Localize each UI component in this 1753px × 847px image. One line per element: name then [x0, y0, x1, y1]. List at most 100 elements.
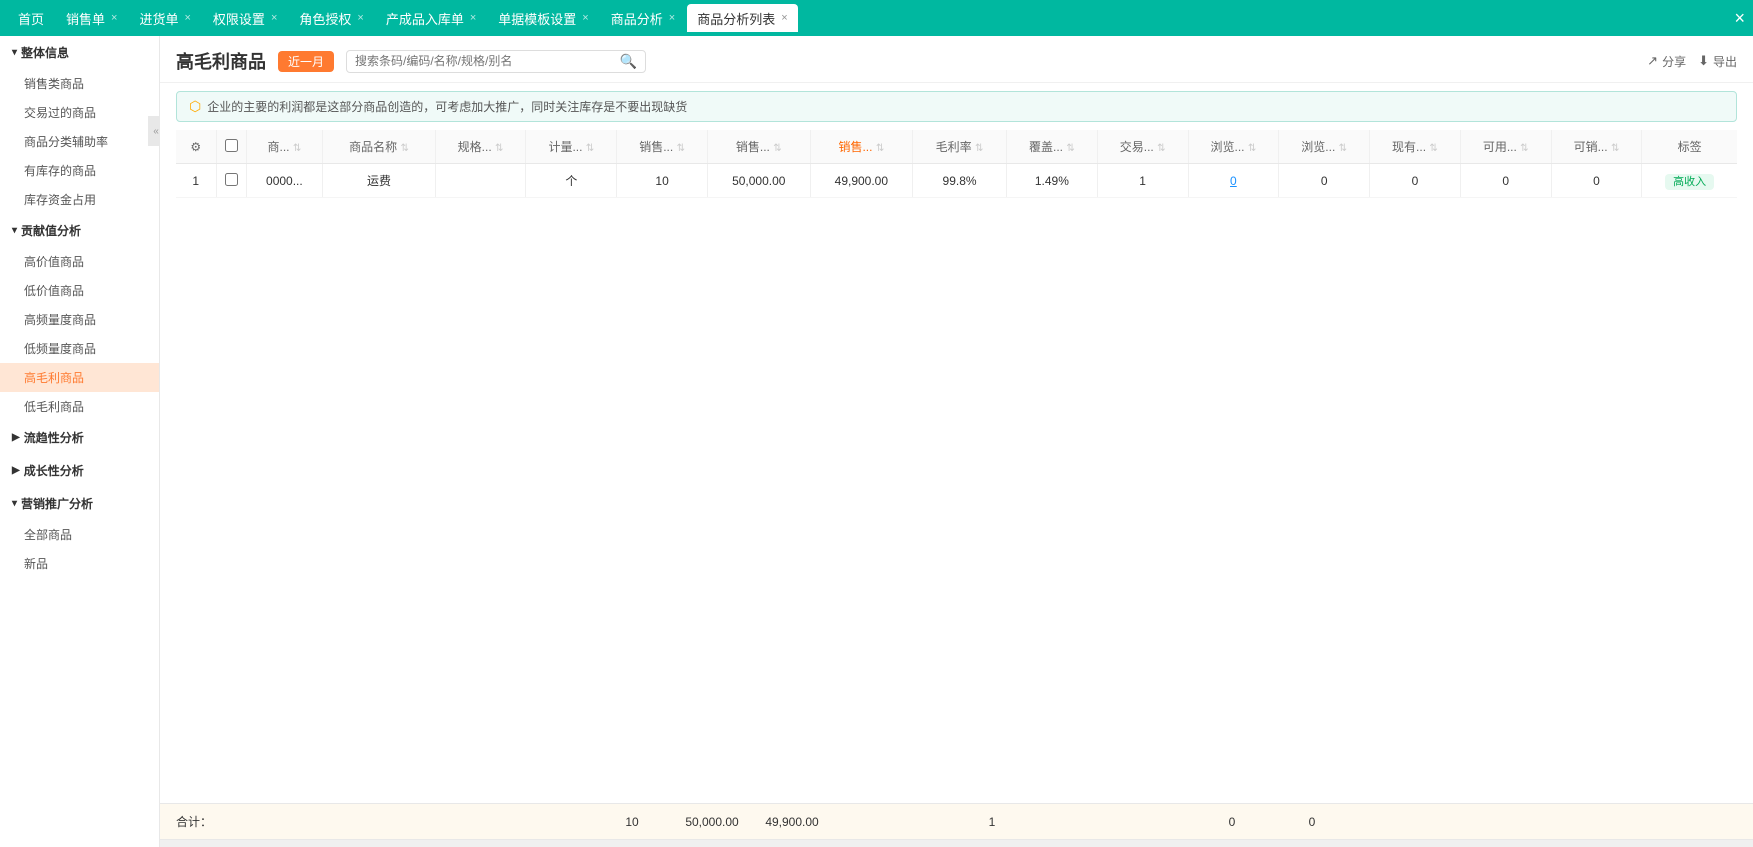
- close-icon[interactable]: ×: [669, 12, 675, 24]
- export-button[interactable]: ⬇ 导出: [1698, 53, 1737, 70]
- footer-trade: 1: [952, 815, 1032, 829]
- close-icon[interactable]: ×: [582, 12, 588, 24]
- cell-name: 运费: [323, 164, 435, 198]
- sidebar-item-high-value[interactable]: 高价值商品: [0, 247, 159, 276]
- footer-label: 合计：: [176, 813, 212, 830]
- cell-cover-rate: 1.49%: [1006, 164, 1097, 198]
- tip-icon: ⬡: [189, 98, 201, 115]
- close-icon[interactable]: ×: [184, 12, 190, 24]
- cell-code: 0000...: [246, 164, 323, 198]
- chevron-down-icon: ▾: [12, 47, 17, 58]
- col-sales-cost[interactable]: 销售... ⇅: [810, 130, 913, 164]
- cell-current-inv: 0: [1370, 164, 1461, 198]
- sidebar-item-new-goods[interactable]: 新品: [0, 549, 159, 578]
- sidebar-item-high-margin[interactable]: 高毛利商品: [0, 363, 159, 392]
- table-footer: 合计： 10 50,000.00 49,900.00 1 0 0: [160, 803, 1753, 839]
- share-button[interactable]: ↗ 分享: [1647, 53, 1686, 70]
- col-margin-rate[interactable]: 毛利率 ⇅: [913, 130, 1007, 164]
- content-header: 高毛利商品 近一月 🔍 ↗ 分享 ⬇ 导出: [160, 36, 1753, 83]
- col-tag[interactable]: 标签: [1642, 130, 1737, 164]
- sidebar-item-high-freq[interactable]: 高频量度商品: [0, 305, 159, 334]
- cell-sales-cost: 49,900.00: [810, 164, 913, 198]
- col-sales-amt[interactable]: 销售... ⇅: [707, 130, 810, 164]
- tab-analysis[interactable]: 商品分析 ×: [601, 4, 685, 32]
- footer-current-inv: 0: [1192, 815, 1272, 829]
- search-box: 🔍: [346, 50, 646, 73]
- col-current-inv[interactable]: 现有... ⇅: [1370, 130, 1461, 164]
- col-code[interactable]: 商... ⇅: [246, 130, 323, 164]
- sidebar-item-low-margin[interactable]: 低毛利商品: [0, 392, 159, 421]
- sidebar-item-low-value[interactable]: 低价值商品: [0, 276, 159, 305]
- col-spec[interactable]: 规格... ⇅: [435, 130, 526, 164]
- sort-icon: ⇅: [1157, 143, 1165, 154]
- sort-icon: ⇅: [586, 143, 594, 154]
- sort-icon: ⇅: [400, 143, 408, 154]
- sidebar: « ▾ 整体信息 销售类商品 交易过的商品 商品分类辅助率 有库存的商品 库存资…: [0, 36, 160, 847]
- col-checkbox[interactable]: [216, 130, 246, 164]
- tab-roles[interactable]: 角色授权 ×: [289, 4, 373, 32]
- top-navigation: 首页 销售单 × 进货单 × 权限设置 × 角色授权 × 产成品入库单 × 单据…: [0, 0, 1753, 36]
- col-trade[interactable]: 交易... ⇅: [1097, 130, 1188, 164]
- table-header-row: ⚙ 商... ⇅ 商品名称 ⇅ 规格... ⇅ 计量... ⇅ 销售... ⇅ …: [176, 130, 1737, 164]
- col-sales-qty[interactable]: 销售... ⇅: [617, 130, 708, 164]
- cell-browse2: 0: [1279, 164, 1370, 198]
- close-icon[interactable]: ×: [357, 12, 363, 24]
- sort-icon: ⇅: [773, 143, 781, 154]
- cell-sales-amt: 50,000.00: [707, 164, 810, 198]
- sidebar-item-all-goods[interactable]: 全部商品: [0, 520, 159, 549]
- col-name[interactable]: 商品名称 ⇅: [323, 130, 435, 164]
- tab-home[interactable]: 首页: [8, 4, 54, 32]
- col-cover-rate[interactable]: 覆盖... ⇅: [1006, 130, 1097, 164]
- sort-icon: ⇅: [293, 143, 301, 154]
- cell-saleable: 0: [1551, 164, 1642, 198]
- horizontal-scrollbar[interactable]: [160, 839, 1753, 847]
- tab-templates[interactable]: 单据模板设置 ×: [488, 4, 598, 32]
- cell-margin-rate: 99.8%: [913, 164, 1007, 198]
- sidebar-item-inventory-occupy[interactable]: 库存资金占用: [0, 185, 159, 214]
- sidebar-section-marketing[interactable]: ▾ 营销推广分析: [0, 487, 159, 520]
- sidebar-section-overall[interactable]: ▾ 整体信息: [0, 36, 159, 69]
- sidebar-item-low-freq[interactable]: 低频量度商品: [0, 334, 159, 363]
- sidebar-item-analysis-assist[interactable]: 商品分类辅助率: [0, 127, 159, 156]
- sort-icon: ⇅: [677, 143, 685, 154]
- chevron-down-icon: ▾: [12, 225, 17, 236]
- sidebar-collapse-button[interactable]: «: [148, 116, 160, 146]
- browse1-link[interactable]: 0: [1230, 174, 1237, 188]
- col-browse2[interactable]: 浏览... ⇅: [1279, 130, 1370, 164]
- tab-purchase[interactable]: 进货单 ×: [129, 4, 200, 32]
- search-input[interactable]: [355, 54, 616, 68]
- tab-sales[interactable]: 销售单 ×: [56, 4, 127, 32]
- sidebar-item-inventory-goods[interactable]: 有库存的商品: [0, 156, 159, 185]
- col-settings[interactable]: ⚙: [176, 130, 216, 164]
- cell-browse1[interactable]: 0: [1188, 164, 1279, 198]
- select-all-checkbox[interactable]: [225, 139, 238, 152]
- col-saleable[interactable]: 可销... ⇅: [1551, 130, 1642, 164]
- cell-tag: 高收入: [1642, 164, 1737, 198]
- tab-analysis-list[interactable]: 商品分析列表 ×: [687, 4, 797, 32]
- sort-icon: ⇅: [1248, 143, 1256, 154]
- close-icon[interactable]: ×: [271, 12, 277, 24]
- row-checkbox[interactable]: [225, 173, 238, 186]
- sidebar-item-sales-goods[interactable]: 销售类商品: [0, 69, 159, 98]
- close-icon[interactable]: ×: [470, 12, 476, 24]
- close-all-button[interactable]: ×: [1734, 8, 1745, 29]
- footer-sales-cost: 49,900.00: [752, 815, 832, 829]
- cell-checkbox[interactable]: [216, 164, 246, 198]
- tab-products[interactable]: 产成品入库单 ×: [376, 4, 486, 32]
- tab-permissions[interactable]: 权限设置 ×: [203, 4, 287, 32]
- col-browse1[interactable]: 浏览... ⇅: [1188, 130, 1279, 164]
- tag-badge: 高收入: [1665, 174, 1714, 190]
- filter-recent-month-button[interactable]: 近一月: [278, 51, 334, 72]
- sidebar-section-finance[interactable]: ▾ 贡献值分析: [0, 214, 159, 247]
- close-icon[interactable]: ×: [781, 12, 787, 24]
- goods-table: ⚙ 商... ⇅ 商品名称 ⇅ 规格... ⇅ 计量... ⇅ 销售... ⇅ …: [176, 130, 1737, 198]
- sidebar-item-traded-goods[interactable]: 交易过的商品: [0, 98, 159, 127]
- close-icon[interactable]: ×: [111, 12, 117, 24]
- chevron-right-icon: ▶: [12, 432, 20, 443]
- search-icon[interactable]: 🔍: [620, 53, 637, 70]
- sidebar-section-trend[interactable]: ▶ 流趋性分析: [0, 421, 159, 454]
- col-unit[interactable]: 计量... ⇅: [526, 130, 617, 164]
- sidebar-section-growth[interactable]: ▶ 成长性分析: [0, 454, 159, 487]
- footer-avail-inv: 0: [1272, 815, 1352, 829]
- col-avail-inv[interactable]: 可用... ⇅: [1460, 130, 1551, 164]
